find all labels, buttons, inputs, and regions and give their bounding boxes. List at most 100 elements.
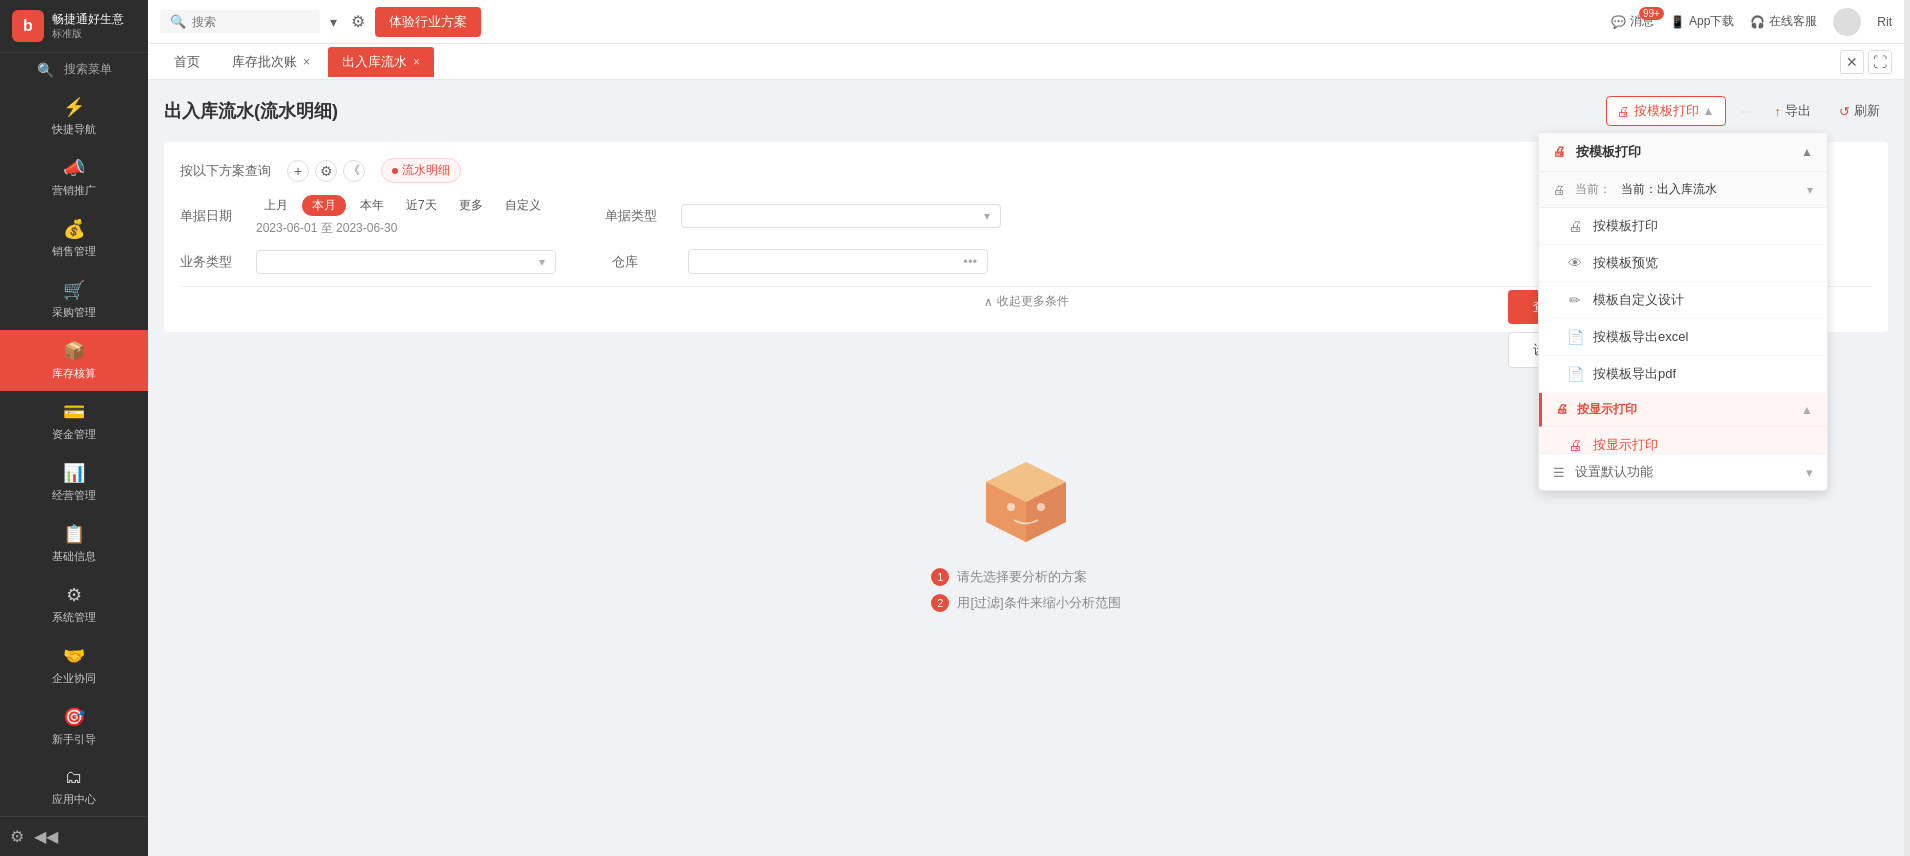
tab-flow-close[interactable]: × (413, 55, 420, 69)
template-preview-icon: 👁 (1567, 255, 1583, 271)
tab-home[interactable]: 首页 (160, 47, 214, 77)
display-section-toggle-icon[interactable]: ▲ (1801, 403, 1813, 417)
voucher-type-label: 单据类型 (605, 207, 665, 225)
export-icon: ↑ (1775, 104, 1782, 119)
print-header-icon: 🖨 (1553, 144, 1566, 159)
mobile-icon: 📱 (1670, 15, 1685, 29)
right-edge-bar (1904, 0, 1910, 856)
date-this-year[interactable]: 本年 (352, 195, 392, 216)
logo-text: 畅捷通好生意 标准版 (52, 11, 124, 42)
dropdown-footer[interactable]: ☰ 设置默认功能 ▾ (1539, 453, 1827, 490)
refresh-icon: ↺ (1839, 104, 1850, 119)
sidebar-search[interactable]: 🔍 搜索菜单 (0, 53, 148, 86)
filter-tag: 流水明细 (381, 158, 461, 183)
sidebar-item-guide[interactable]: 🎯 新手引导 (0, 696, 148, 757)
filter-settings-button[interactable]: ⚙ (315, 160, 337, 182)
page-content: 出入库流水(流水明细) 🖨 按模板打印 ▲ ⋯ ↑ 导出 ↺ 刷 (148, 80, 1904, 856)
finance-icon: 💳 (63, 401, 85, 423)
display-print-icon: 🖨 (1567, 437, 1583, 453)
sidebar-item-inventory[interactable]: 📦 库存核算 (0, 330, 148, 391)
user-avatar[interactable] (1833, 8, 1861, 36)
refresh-button[interactable]: ↺ 刷新 (1831, 98, 1888, 124)
dropdown-item-template-design[interactable]: ✏ 模板自定义设计 (1539, 282, 1827, 319)
enterprise-icon: 🤝 (63, 645, 85, 667)
tab-flow[interactable]: 出入库流水 × (328, 47, 434, 77)
sidebar-collapse-icon[interactable]: ◀◀ (34, 827, 58, 846)
basics-icon: 📋 (63, 523, 85, 545)
search-box[interactable]: 🔍 (160, 10, 320, 33)
sidebar-item-marketing[interactable]: 📣 营销推广 (0, 147, 148, 208)
export-button[interactable]: ↑ 导出 (1767, 98, 1820, 124)
sidebar-item-basics[interactable]: 📋 基础信息 (0, 513, 148, 574)
date-more[interactable]: 更多 (451, 195, 491, 216)
dropdown-item-template-excel[interactable]: 📄 按模板导出excel (1539, 319, 1827, 356)
footer-chevron-icon: ▾ (1806, 465, 1813, 480)
date-this-month[interactable]: 本月 (302, 195, 346, 216)
warehouse-select[interactable]: ••• (688, 249, 988, 274)
tab-home-label: 首页 (174, 53, 200, 71)
dropdown-item-template-preview[interactable]: 👁 按模板预览 (1539, 245, 1827, 282)
dropdown-item-template-pdf[interactable]: 📄 按模板导出pdf (1539, 356, 1827, 393)
sidebar-item-quick-nav[interactable]: ⚡ 快捷导航 (0, 86, 148, 147)
tab-close-all-btn[interactable]: ✕ (1840, 50, 1864, 74)
voucher-type-select[interactable]: ▾ (681, 204, 1001, 228)
tab-batch[interactable]: 库存批次账 × (218, 47, 324, 77)
date-7days[interactable]: 近7天 (398, 195, 445, 216)
page-header: 出入库流水(流水明细) 🖨 按模板打印 ▲ ⋯ ↑ 导出 ↺ 刷 (164, 96, 1888, 126)
biz-type-select[interactable]: ▾ (256, 250, 556, 274)
svg-point-4 (1007, 503, 1015, 511)
sidebar-item-app-center[interactable]: 🗂 应用中心 (0, 757, 148, 816)
sidebar-item-finance[interactable]: 💳 资金管理 (0, 391, 148, 452)
sidebar: b 畅捷通好生意 标准版 🔍 搜索菜单 ⚡ 快捷导航 📣 营销推广 💰 销售管理… (0, 0, 148, 856)
search-dropdown-icon[interactable]: ▾ (330, 14, 337, 30)
page-title: 出入库流水(流水明细) (164, 99, 338, 123)
trial-button[interactable]: 体验行业方案 (375, 7, 481, 37)
dropdown-current: 🖨 当前： 当前：出入库流水 ▾ (1539, 172, 1827, 208)
tab-batch-label: 库存批次账 (232, 53, 297, 71)
filter-main-label: 按以下方案查询 (180, 162, 271, 180)
sidebar-bottom: ⚙ ◀◀ (0, 816, 148, 856)
svg-point-5 (1037, 503, 1045, 511)
date-range-display: 2023-06-01 至 2023-06-30 (256, 220, 549, 237)
empty-box-svg (966, 452, 1086, 552)
dropdown-item-display-print[interactable]: 🖨 按显示打印 (1539, 427, 1827, 453)
tab-batch-close[interactable]: × (303, 55, 310, 69)
notification-icon: 💬 (1611, 15, 1626, 29)
headset-icon: 🎧 (1750, 15, 1765, 29)
sidebar-item-sales[interactable]: 💰 销售管理 (0, 208, 148, 269)
date-filter: 上月 本月 本年 近7天 更多 自定义 2023-06-01 至 2023-06… (256, 195, 549, 237)
template-print-button[interactable]: 🖨 按模板打印 ▲ (1606, 96, 1726, 126)
settings-icon[interactable]: ⚙ (10, 827, 24, 846)
chevron-up-icon: ▲ (1703, 104, 1715, 118)
warehouse-more-icon: ••• (963, 254, 977, 269)
tab-expand-btn[interactable]: ⛶ (1868, 50, 1892, 74)
user-name[interactable]: Rit (1877, 15, 1892, 29)
service-btn[interactable]: 🎧 在线客服 (1750, 13, 1817, 30)
notification-btn[interactable]: 💬 消息 99+ (1611, 13, 1654, 30)
date-custom[interactable]: 自定义 (497, 195, 549, 216)
biz-type-chevron-icon: ▾ (539, 255, 545, 269)
dropdown-item-template-print[interactable]: 🖨 按模板打印 (1539, 208, 1827, 245)
filter-collapse-button[interactable]: 《 (343, 160, 365, 182)
topbar-gear-icon[interactable]: ⚙ (351, 12, 365, 31)
dropdown-header-actions: ▲ (1801, 145, 1813, 159)
template-design-icon: ✏ (1567, 292, 1583, 308)
sidebar-item-system[interactable]: ⚙ 系统管理 (0, 574, 148, 635)
inventory-icon: 📦 (63, 340, 85, 362)
dropdown-chevron-up-btn[interactable]: ▲ (1801, 145, 1813, 159)
quick-nav-icon: ⚡ (63, 96, 85, 118)
search-icon: 🔍 (170, 14, 186, 29)
filter-add-button[interactable]: + (287, 160, 309, 182)
app-download-btn[interactable]: 📱 App下载 (1670, 13, 1734, 30)
sales-icon: 💰 (63, 218, 85, 240)
page-actions: 🖨 按模板打印 ▲ ⋯ ↑ 导出 ↺ 刷新 (1606, 96, 1888, 126)
sidebar-item-operations[interactable]: 📊 经营管理 (0, 452, 148, 513)
sidebar-logo: b 畅捷通好生意 标准版 (0, 0, 148, 53)
search-input[interactable] (192, 15, 312, 29)
app-center-icon: 🗂 (65, 767, 83, 788)
dropdown-scrollable: 🖨 按模板打印 ▲ 🖨 当前： 当前：出入库流水 (1539, 133, 1827, 453)
chevron-up-icon: ∧ (984, 295, 993, 309)
sidebar-item-enterprise[interactable]: 🤝 企业协同 (0, 635, 148, 696)
date-last-month[interactable]: 上月 (256, 195, 296, 216)
sidebar-item-purchase[interactable]: 🛒 采购管理 (0, 269, 148, 330)
